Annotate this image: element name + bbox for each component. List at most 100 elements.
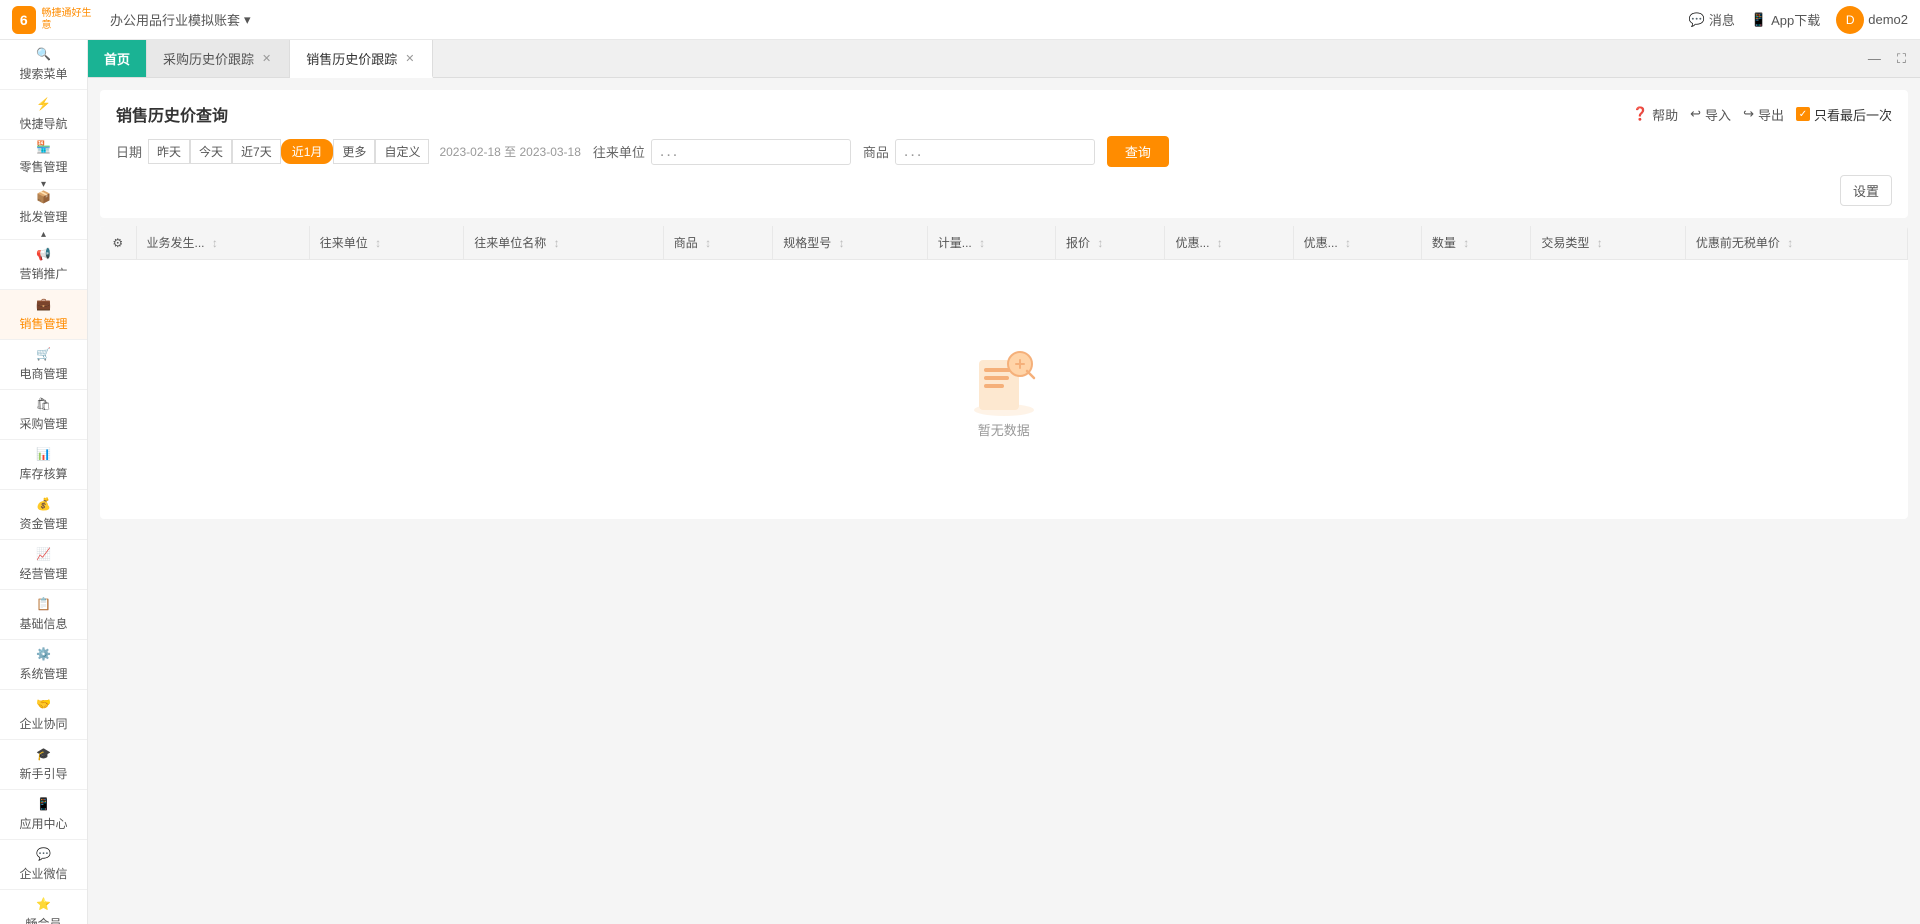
tab-sales-history[interactable]: 销售历史价跟踪 ✕ (290, 40, 433, 78)
sidebar-label-system: 系统管理 (19, 665, 67, 682)
th-spec[interactable]: 规格型号 ↕ (773, 226, 928, 260)
sidebar-label-vip: 畅会员 (25, 915, 61, 924)
enterprise-icon: 🤝 (36, 697, 51, 711)
tab-purchase-history[interactable]: 采购历史价跟踪 ✕ (147, 40, 290, 77)
phone-icon: 📱 (1751, 12, 1767, 28)
last-once-checkbox[interactable]: ✓ (1796, 107, 1810, 121)
finance-icon: 💰 (36, 497, 51, 511)
product-dots: ... (904, 143, 923, 161)
sort-icon-counterparty: ↕ (375, 236, 381, 250)
sort-icon-trade-type: ↕ (1597, 236, 1603, 250)
message-icon: 💬 (1689, 12, 1705, 28)
sort-icon-product: ↕ (705, 236, 711, 250)
sidebar-item-vip[interactable]: ⭐ 畅会员 (0, 890, 87, 924)
user-label: demo2 (1868, 12, 1908, 27)
tab-sales-history-label: 销售历史价跟踪 (306, 49, 397, 68)
sidebar-label-ecommerce: 电商管理 (19, 365, 67, 382)
table-container: ⚙ 业务发生... ↕ 往来单位 ↕ 往来单位名称 ↕ (100, 226, 1908, 519)
th-discount2[interactable]: 优惠... ↕ (1293, 226, 1421, 260)
retail-arrow-icon: ▾ (41, 179, 46, 190)
sidebar-label-basic-info: 基础信息 (19, 615, 67, 632)
tutorial-icon: 🎓 (36, 747, 51, 761)
tab-minimize-button[interactable]: — (1862, 47, 1887, 70)
sidebar-item-system[interactable]: ⚙️ 系统管理 (0, 640, 87, 690)
date-btn-today[interactable]: 今天 (190, 139, 232, 164)
wholesale-icon: 📦 (36, 190, 51, 204)
ecommerce-icon: 🛒 (36, 347, 51, 361)
basic-info-icon: 📋 (36, 597, 51, 611)
sidebar-item-purchase-mgmt[interactable]: 🛍 采购管理 (0, 390, 87, 440)
sidebar-item-finance[interactable]: 💰 资金管理 (0, 490, 87, 540)
th-unit[interactable]: 计量... ↕ (927, 226, 1055, 260)
counterparty-dots: ... (660, 143, 679, 161)
setting-button[interactable]: 设置 (1840, 175, 1892, 206)
date-btn-more[interactable]: 更多 (333, 139, 375, 164)
sidebar-label-enterprise: 企业协同 (19, 715, 67, 732)
th-biz-date[interactable]: 业务发生... ↕ (136, 226, 309, 260)
query-button[interactable]: 查询 (1107, 136, 1169, 167)
sidebar-item-wholesale-mgmt[interactable]: 📦 批发管理 ▴ (0, 190, 87, 240)
date-label: 日期 (116, 142, 142, 161)
user-profile[interactable]: D demo2 (1836, 6, 1908, 34)
th-product[interactable]: 商品 ↕ (663, 226, 772, 260)
help-button[interactable]: ❓ 帮助 (1632, 105, 1678, 124)
sort-icon-quote: ↕ (1097, 236, 1103, 250)
th-qty[interactable]: 数量 ↕ (1421, 226, 1530, 260)
product-input[interactable]: ... (895, 139, 1095, 165)
sidebar-item-search-menu[interactable]: 🔍 搜索菜单 (0, 40, 87, 90)
th-counterparty[interactable]: 往来单位 ↕ (309, 226, 464, 260)
date-btn-yesterday[interactable]: 昨天 (148, 139, 190, 164)
logo-icon: 6 (12, 6, 36, 34)
search-menu-icon: 🔍 (36, 47, 51, 61)
export-button[interactable]: ↪ 导出 (1743, 105, 1784, 124)
tab-purchase-history-close[interactable]: ✕ (260, 50, 273, 67)
last-once-checkbox-item[interactable]: ✓ 只看最后一次 (1796, 105, 1892, 124)
sidebar-label-operations: 经营管理 (19, 565, 67, 582)
th-settings[interactable]: ⚙ (100, 226, 136, 260)
sort-icon-discount1: ↕ (1217, 236, 1223, 250)
th-quote[interactable]: 报价 ↕ (1055, 226, 1164, 260)
tab-home[interactable]: 首页 (88, 40, 147, 77)
vip-icon: ⭐ (36, 897, 51, 911)
sidebar-item-quick-nav[interactable]: ⚡ 快捷导航 (0, 90, 87, 140)
content-area: 首页 采购历史价跟踪 ✕ 销售历史价跟踪 ✕ — ⛶ 销售历史价查询 (88, 40, 1920, 924)
sort-icon-pre-discount-price: ↕ (1787, 236, 1793, 250)
btn-row: 设置 (116, 175, 1892, 206)
sidebar-item-basic-info[interactable]: 📋 基础信息 (0, 590, 87, 640)
date-btn-last7days[interactable]: 近7天 (232, 139, 281, 164)
header-actions: ❓ 帮助 ↩ 导入 ↪ 导出 ✓ 只看最后一次 (1632, 105, 1892, 124)
date-btn-custom[interactable]: 自定义 (375, 139, 429, 164)
messaging-button[interactable]: 💬 消息 (1689, 10, 1735, 29)
sidebar: 🔍 搜索菜单 ⚡ 快捷导航 🏪 零售管理 ▾ 📦 批发管理 ▴ 📢 营销推广 💼… (0, 40, 88, 924)
sort-icon-biz-date: ↕ (212, 236, 218, 250)
sidebar-item-marketing[interactable]: 📢 营销推广 (0, 240, 87, 290)
workspace-label: 办公用品行业模拟账套 (110, 10, 240, 29)
workspace-selector[interactable]: 办公用品行业模拟账套 ▾ (102, 6, 259, 33)
th-trade-type[interactable]: 交易类型 ↕ (1531, 226, 1686, 260)
tab-actions: — ⛶ (1854, 40, 1920, 77)
sidebar-item-app-center[interactable]: 📱 应用中心 (0, 790, 87, 840)
sidebar-item-retail-mgmt[interactable]: 🏪 零售管理 ▾ (0, 140, 87, 190)
counterparty-filter-group: 往来单位 ... (593, 139, 851, 165)
sidebar-item-ecommerce[interactable]: 🛒 电商管理 (0, 340, 87, 390)
sidebar-item-inventory[interactable]: 📊 库存核算 (0, 440, 87, 490)
table-body: 暂无数据 (100, 260, 1908, 520)
import-button[interactable]: ↩ 导入 (1690, 105, 1731, 124)
inventory-icon: 📊 (36, 447, 51, 461)
tab-maximize-button[interactable]: ⛶ (1891, 47, 1912, 71)
retail-icon: 🏪 (36, 140, 51, 154)
sidebar-item-enterprise[interactable]: 🤝 企业协同 (0, 690, 87, 740)
sidebar-item-operations[interactable]: 📈 经营管理 (0, 540, 87, 590)
counterparty-input[interactable]: ... (651, 139, 851, 165)
sidebar-item-wechat[interactable]: 💬 企业微信 (0, 840, 87, 890)
sidebar-item-sales-mgmt[interactable]: 💼 销售管理 (0, 290, 87, 340)
th-discount1[interactable]: 优惠... ↕ (1165, 226, 1293, 260)
date-btn-last1month[interactable]: 近1月 (281, 139, 334, 164)
tab-sales-history-close[interactable]: ✕ (403, 50, 416, 67)
app-download-button[interactable]: 📱 App下载 (1751, 10, 1820, 29)
sidebar-label-search-menu: 搜索菜单 (19, 65, 67, 82)
sidebar-item-tutorial[interactable]: 🎓 新手引导 (0, 740, 87, 790)
page-title: 销售历史价查询 (116, 102, 228, 126)
th-counterparty-name[interactable]: 往来单位名称 ↕ (464, 226, 664, 260)
th-pre-discount-price[interactable]: 优惠前无税单价 ↕ (1685, 226, 1907, 260)
